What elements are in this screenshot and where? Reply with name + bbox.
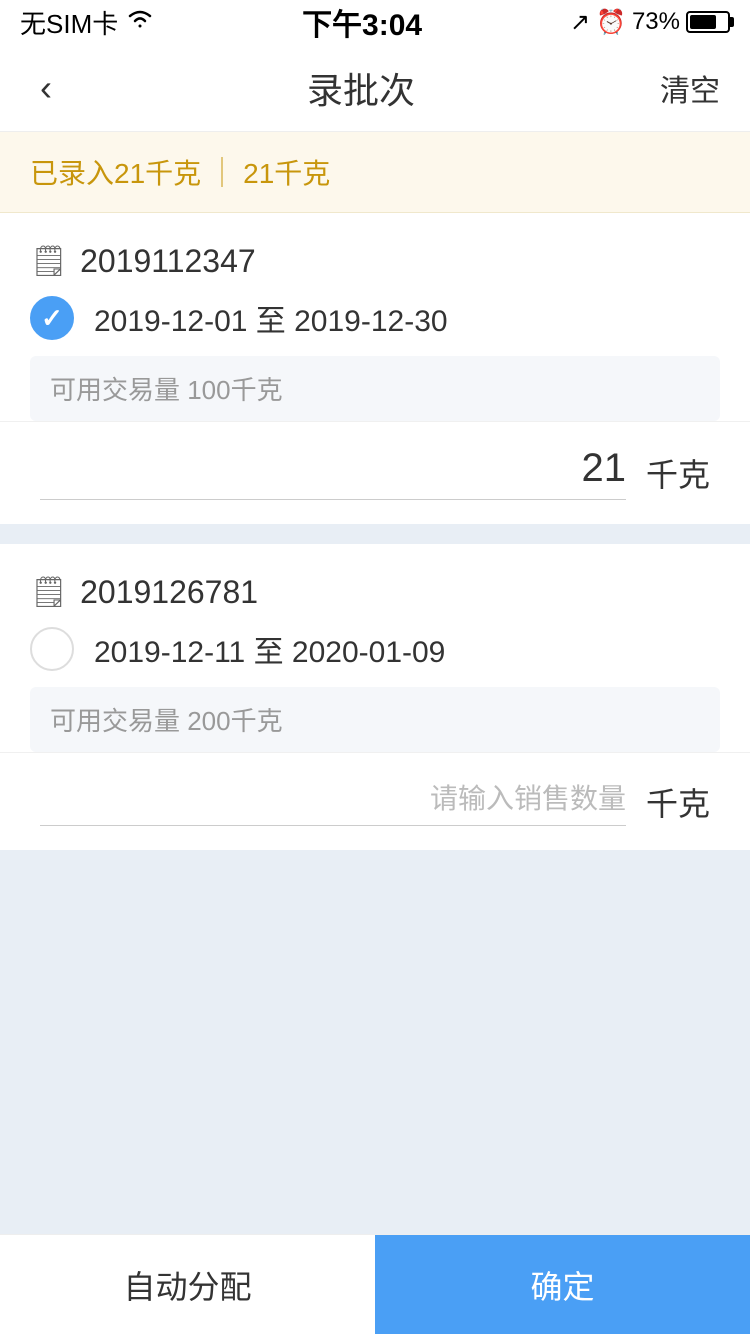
batch1-date-row: 2019-12-01 至 2019-12-30 xyxy=(30,296,720,340)
status-bar: 无SIM卡 下午3:04 ↗ ⏰ 73% xyxy=(0,0,750,44)
location-icon: ↗ xyxy=(570,8,590,37)
clear-button[interactable]: 清空 xyxy=(660,66,720,110)
status-left: 无SIM卡 xyxy=(20,4,154,41)
page-title: 录批次 xyxy=(307,62,415,114)
batch2-header: 🗒 2019126781 xyxy=(30,574,720,611)
batch1-radio[interactable] xyxy=(30,296,74,340)
entered-amount-label: 已录入21千克 xyxy=(30,152,201,192)
batch2-input-row: 请输入销售数量 千克 xyxy=(0,752,750,850)
batch1-date: 2019-12-01 至 2019-12-30 xyxy=(94,296,448,340)
section-separator xyxy=(0,524,750,544)
batch2-date-row: 2019-12-11 至 2020-01-09 xyxy=(30,627,720,671)
bottom-bar: 自动分配 确定 xyxy=(0,1234,750,1334)
batch1-header: 🗒 2019112347 xyxy=(30,243,720,280)
status-time: 下午3:04 xyxy=(302,0,422,44)
entered-amount-value: 21千克 xyxy=(243,152,330,192)
batch2-date: 2019-12-11 至 2020-01-09 xyxy=(94,627,445,671)
batch2-input-unit: 千克 xyxy=(646,779,710,825)
batch2-qty: 可用交易量 200千克 xyxy=(30,687,720,752)
batch2-card: 🗒 2019126781 2019-12-11 至 2020-01-09 可用交… xyxy=(0,544,750,752)
battery-icon xyxy=(686,11,730,33)
no-sim-text: 无SIM卡 xyxy=(20,4,118,41)
batch2-icon: 🗒 xyxy=(30,575,68,610)
battery-percent: 73% xyxy=(632,8,680,36)
batch1-id: 2019112347 xyxy=(80,243,256,280)
batch1-card: 🗒 2019112347 2019-12-01 至 2019-12-30 可用交… xyxy=(0,213,750,421)
info-bar: 已录入21千克 21千克 xyxy=(0,132,750,213)
alarm-icon: ⏰ xyxy=(596,8,626,37)
batch2-input-placeholder[interactable]: 请输入销售数量 xyxy=(40,777,626,817)
wifi-icon xyxy=(126,8,154,36)
batch2-id: 2019126781 xyxy=(80,574,258,611)
back-button[interactable]: ‹ xyxy=(30,57,62,119)
status-right: ↗ ⏰ 73% xyxy=(570,8,730,37)
confirm-button[interactable]: 确定 xyxy=(375,1235,750,1334)
batch2-radio[interactable] xyxy=(30,627,74,671)
auto-distribute-button[interactable]: 自动分配 xyxy=(0,1235,375,1334)
batch1-amount-row: 21 千克 xyxy=(0,421,750,524)
batch1-amount-unit: 千克 xyxy=(646,450,710,496)
nav-bar: ‹ 录批次 清空 xyxy=(0,44,750,132)
info-bar-divider xyxy=(221,157,223,187)
batch1-qty: 可用交易量 100千克 xyxy=(30,356,720,421)
batch1-amount-value[interactable]: 21 xyxy=(581,446,626,491)
batch1-icon: 🗒 xyxy=(30,244,68,279)
